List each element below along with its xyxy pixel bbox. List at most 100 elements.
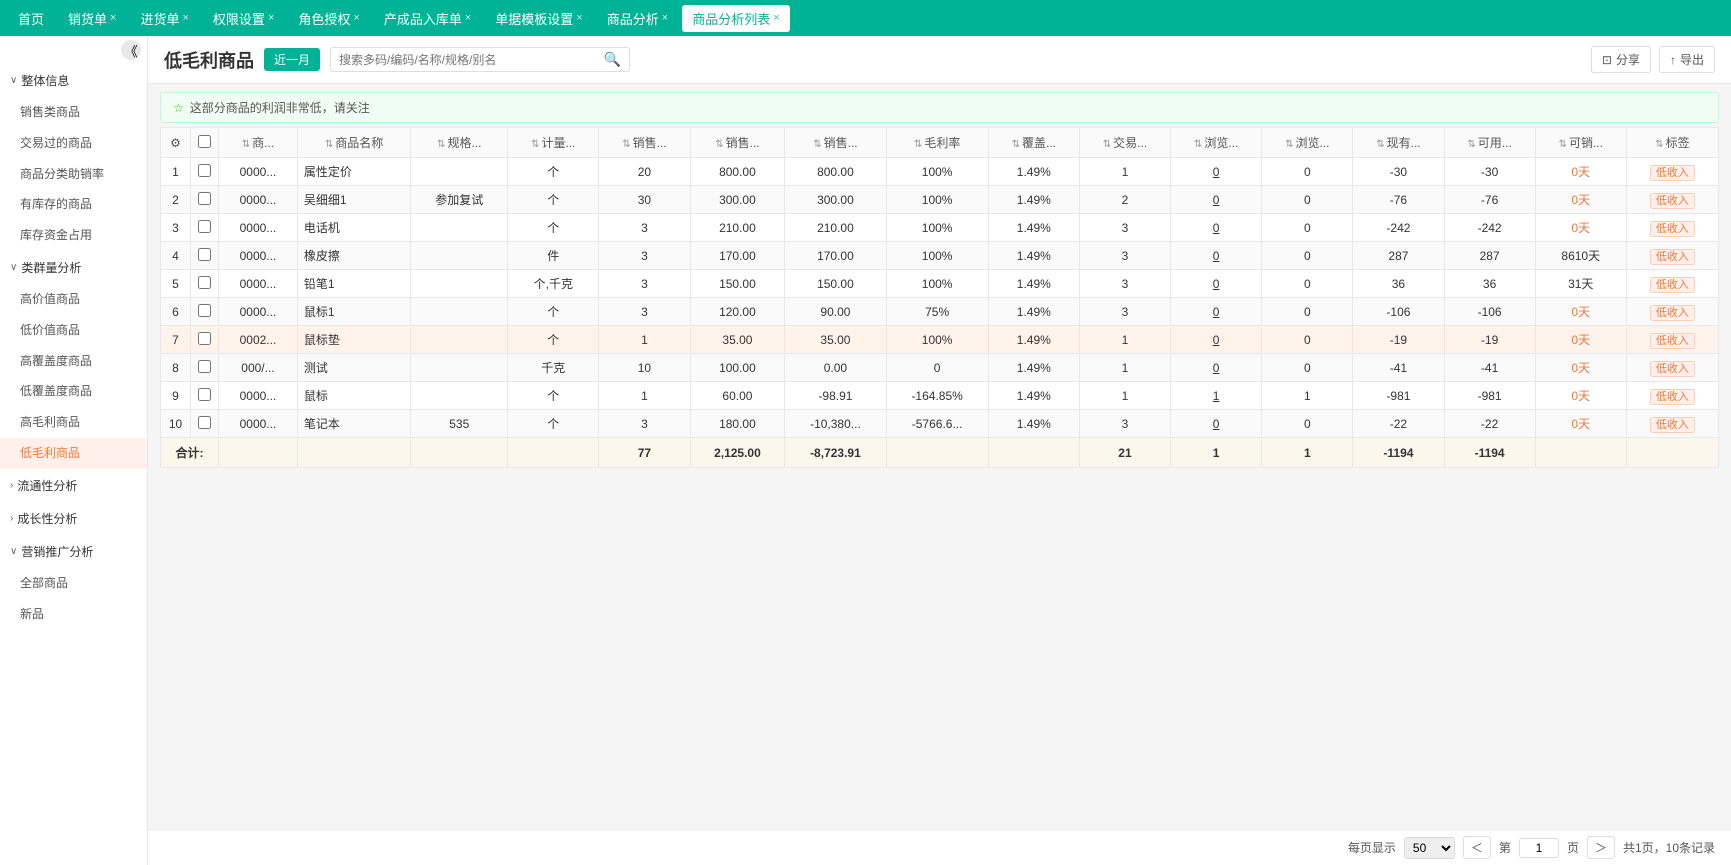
col-browse1[interactable]: ⇅浏览... <box>1171 128 1262 158</box>
col-name[interactable]: ⇅商品名称 <box>297 128 410 158</box>
nav-home[interactable]: 首页 <box>8 5 54 32</box>
row-num: 10 <box>161 410 191 438</box>
page-size-select[interactable]: 50 100 200 <box>1404 837 1455 859</box>
share-button[interactable]: ⊡ 分享 <box>1591 46 1651 73</box>
col-unit[interactable]: ⇅计量... <box>508 128 599 158</box>
data-table: ⚙ ⇅商... ⇅商品名称 ⇅规格... ⇅计量... ⇅销售... ⇅销售..… <box>160 127 1719 468</box>
sidebar-item-category-rate[interactable]: 商品分类助销率 <box>0 159 147 190</box>
row-num: 1 <box>161 158 191 186</box>
total-info: 共1页，10条记录 <box>1623 839 1715 856</box>
nav-close-icon[interactable]: × <box>465 12 471 24</box>
search-input[interactable] <box>339 53 604 67</box>
filter-period-button[interactable]: 近一月 <box>264 48 320 71</box>
table-row: 3 0000... 电话机 个 3 210.00 210.00 100% 1.4… <box>161 214 1719 242</box>
sidebar-item-new-goods[interactable]: 新品 <box>0 599 147 630</box>
nav-product-analysis-list[interactable]: 商品分析列表 × <box>682 5 789 32</box>
col-checkbox[interactable] <box>191 128 219 158</box>
next-page-button[interactable]: ＞ <box>1587 836 1615 859</box>
row-checkbox[interactable] <box>198 416 211 429</box>
chevron-down-icon: ∨ <box>10 546 17 557</box>
table-row: 8 000/... 测试 千克 10 100.00 0.00 0 1.49% 1… <box>161 354 1719 382</box>
prev-page-button[interactable]: ＜ <box>1463 836 1491 859</box>
row-num: 7 <box>161 326 191 354</box>
sidebar-group-growth[interactable]: › 成长性分析 <box>0 502 147 535</box>
sidebar-item-low-coverage[interactable]: 低覆盖度商品 <box>0 376 147 407</box>
totals-row: 合计: 77 2,125.00 -8,723.91 21 1 1 -1194 <box>161 438 1719 468</box>
sidebar-group-cluster[interactable]: ∨ 类群量分析 <box>0 251 147 284</box>
sidebar-item-high-coverage[interactable]: 高覆盖度商品 <box>0 346 147 377</box>
row-num: 5 <box>161 270 191 298</box>
nav-role-auth[interactable]: 角色授权 × <box>288 5 369 32</box>
nav-purchase-order[interactable]: 进货单 × <box>130 5 198 32</box>
select-all-checkbox[interactable] <box>198 135 211 148</box>
row-checkbox[interactable] <box>198 360 211 373</box>
sidebar: 《 ∨ 整体信息 销售类商品 交易过的商品 商品分类助销率 有库存的商品 库存资… <box>0 36 148 865</box>
sidebar-item-high-margin[interactable]: 高毛利商品 <box>0 407 147 438</box>
row-num: 9 <box>161 382 191 410</box>
row-checkbox[interactable] <box>198 304 211 317</box>
col-saleable[interactable]: ⇅可销... <box>1535 128 1626 158</box>
nav-close-icon[interactable]: × <box>773 12 779 24</box>
col-settings[interactable]: ⚙ <box>161 128 191 158</box>
row-checkbox[interactable] <box>198 332 211 345</box>
pagination-bar: 每页显示 50 100 200 ＜ 第 页 ＞ 共1页，10条记录 <box>148 829 1731 865</box>
col-available[interactable]: ⇅可用... <box>1444 128 1535 158</box>
nav-close-icon[interactable]: × <box>353 12 359 24</box>
nav-close-icon[interactable]: × <box>268 12 274 24</box>
col-code[interactable]: ⇅商... <box>219 128 298 158</box>
nav-close-icon[interactable]: × <box>110 12 116 24</box>
col-qty[interactable]: ⇅销售... <box>599 128 690 158</box>
col-current[interactable]: ⇅现有... <box>1353 128 1444 158</box>
nav-permission[interactable]: 权限设置 × <box>203 5 284 32</box>
col-tag[interactable]: ⇅标签 <box>1626 128 1718 158</box>
col-trade[interactable]: ⇅交易... <box>1079 128 1170 158</box>
row-checkbox[interactable] <box>198 192 211 205</box>
row-checkbox[interactable] <box>198 248 211 261</box>
chevron-down-icon: ∨ <box>10 75 17 86</box>
col-browse2[interactable]: ⇅浏览... <box>1262 128 1353 158</box>
table-row: 1 0000... 属性定价 个 20 800.00 800.00 100% 1… <box>161 158 1719 186</box>
export-button[interactable]: ↑ 导出 <box>1659 46 1715 73</box>
page-number-input[interactable] <box>1519 838 1559 858</box>
notice-bar: ☆ 这部分商品的利润非常低，请关注 <box>160 92 1719 123</box>
sidebar-item-stock-goods[interactable]: 有库存的商品 <box>0 189 147 220</box>
main-layout: 《 ∨ 整体信息 销售类商品 交易过的商品 商品分类助销率 有库存的商品 库存资… <box>0 36 1731 865</box>
col-sale-amt[interactable]: ⇅销售... <box>690 128 785 158</box>
nav-close-icon[interactable]: × <box>182 12 188 24</box>
col-gross-pct[interactable]: ⇅毛利率 <box>886 128 988 158</box>
sidebar-item-low-margin[interactable]: 低毛利商品 <box>0 438 147 469</box>
sidebar-group-marketing[interactable]: ∨ 营销推广分析 <box>0 535 147 568</box>
row-checkbox[interactable] <box>198 276 211 289</box>
col-sale-cost[interactable]: ⇅销售... <box>785 128 886 158</box>
sidebar-item-low-value[interactable]: 低价值商品 <box>0 315 147 346</box>
sidebar-item-sales-goods[interactable]: 销售类商品 <box>0 97 147 128</box>
export-icon: ↑ <box>1670 53 1676 67</box>
row-checkbox[interactable] <box>198 164 211 177</box>
table-row: 7 0002... 鼠标垫 个 1 35.00 35.00 100% 1.49%… <box>161 326 1719 354</box>
table-row: 9 0000... 鼠标 个 1 60.00 -98.91 -164.85% 1… <box>161 382 1719 410</box>
sidebar-item-stock-funds[interactable]: 库存资金占用 <box>0 220 147 251</box>
sidebar-item-high-value[interactable]: 高价值商品 <box>0 284 147 315</box>
nav-sales-order[interactable]: 销货单 × <box>58 5 126 32</box>
table-container[interactable]: ⚙ ⇅商... ⇅商品名称 ⇅规格... ⇅计量... ⇅销售... ⇅销售..… <box>160 127 1719 829</box>
row-checkbox[interactable] <box>198 220 211 233</box>
col-gross-rate[interactable]: ⇅覆盖... <box>988 128 1079 158</box>
sidebar-item-traded-goods[interactable]: 交易过的商品 <box>0 128 147 159</box>
sidebar-collapse-button[interactable]: 《 <box>121 40 141 60</box>
search-icon[interactable]: 🔍 <box>604 51 621 68</box>
nav-template-settings[interactable]: 单据模板设置 × <box>485 5 592 32</box>
row-checkbox[interactable] <box>198 388 211 401</box>
col-spec[interactable]: ⇅规格... <box>411 128 508 158</box>
table-row: 4 0000... 橡皮擦 件 3 170.00 170.00 100% 1.4… <box>161 242 1719 270</box>
nav-close-icon[interactable]: × <box>662 12 668 24</box>
nav-product-entry[interactable]: 产成品入库单 × <box>374 5 481 32</box>
page-size-label: 每页显示 <box>1348 839 1396 856</box>
sidebar-item-all-goods[interactable]: 全部商品 <box>0 568 147 599</box>
nav-product-analysis[interactable]: 商品分析 × <box>597 5 678 32</box>
sidebar-group-circulation[interactable]: › 流通性分析 <box>0 469 147 502</box>
nav-close-icon[interactable]: × <box>576 12 582 24</box>
sidebar-group-overall[interactable]: ∨ 整体信息 <box>0 64 147 97</box>
page-suffix: 页 <box>1567 839 1579 856</box>
content-area: 低毛利商品 近一月 🔍 ⊡ 分享 ↑ 导出 ☆ 这部分商品的利润非常低，请关注 <box>148 36 1731 865</box>
row-num: 3 <box>161 214 191 242</box>
